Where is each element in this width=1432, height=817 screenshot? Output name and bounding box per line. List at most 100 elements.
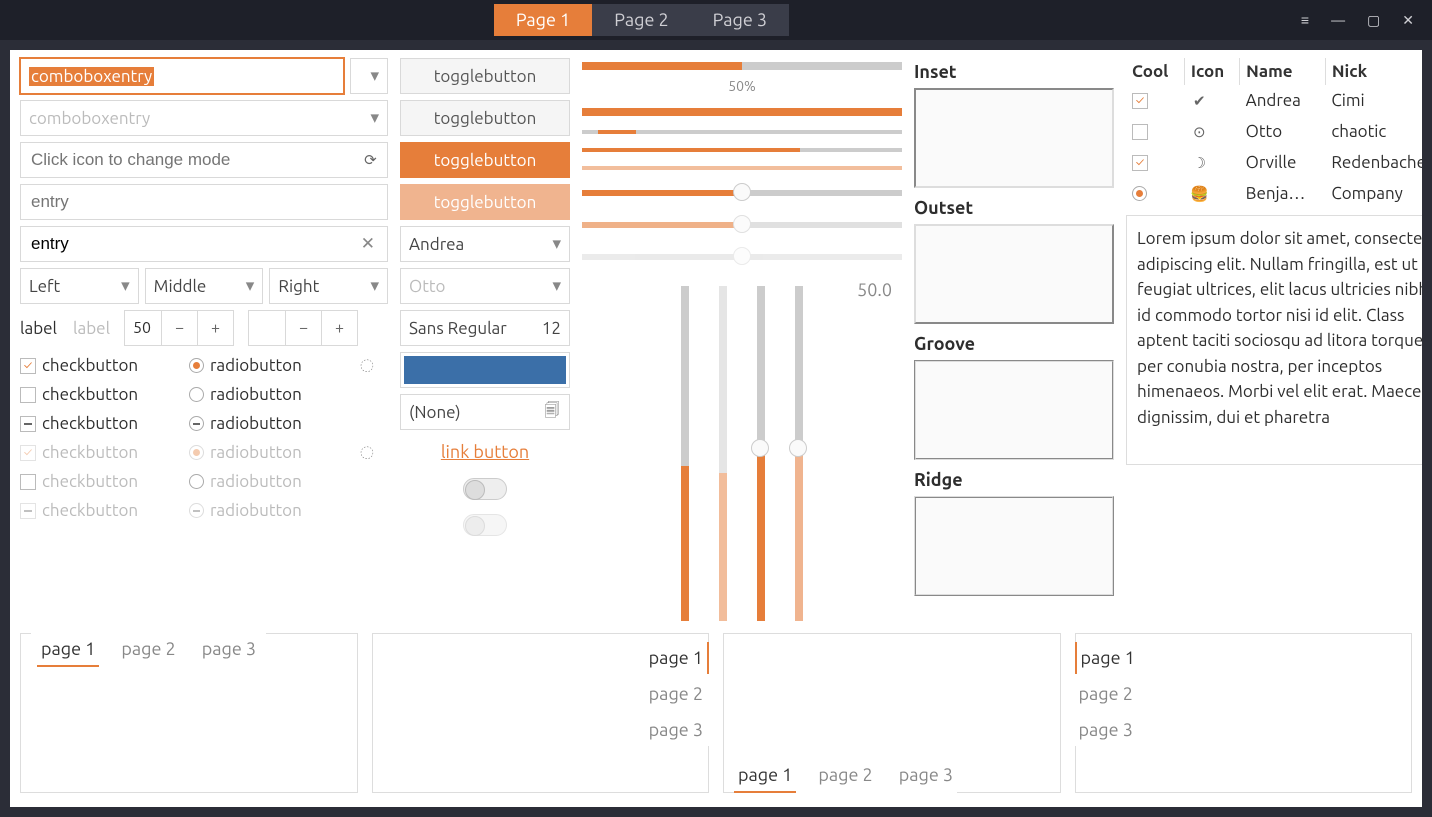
- label-2: label: [73, 319, 110, 338]
- checkbox-icon[interactable]: [1132, 124, 1148, 140]
- moon-icon: ☽: [1190, 154, 1208, 172]
- progress-2: [582, 108, 902, 116]
- main-panel: comboboxentry comboboxentry ⟳ ✕ Left Mid…: [10, 50, 1422, 807]
- radio-icon[interactable]: [1132, 186, 1147, 201]
- nb-tab[interactable]: page 1: [1075, 642, 1139, 674]
- checkbox-icon[interactable]: ✓: [1132, 155, 1148, 171]
- close-icon[interactable]: ✕: [1402, 12, 1414, 29]
- check-2[interactable]: checkbutton: [20, 385, 173, 404]
- switch-1[interactable]: [463, 478, 507, 500]
- check-3[interactable]: checkbutton: [20, 414, 173, 433]
- people-table[interactable]: CoolIcon NameNick ✓✔AndreaCimi ⊙Ottochao…: [1126, 58, 1422, 209]
- toggle-4: togglebutton: [400, 184, 570, 220]
- combo-names-disabled: Otto: [400, 268, 570, 304]
- window-titlebar: Page 1 Page 2 Page 3 ≡ — ▢ ✕: [0, 0, 1432, 40]
- frame-ridge-label: Ridge: [914, 470, 1114, 490]
- notebooks-row: page 1 page 2 page 3 page 1 page 2 page …: [10, 621, 1422, 807]
- maximize-icon[interactable]: ▢: [1367, 12, 1380, 29]
- seg-right[interactable]: Right: [269, 268, 388, 304]
- check-1[interactable]: ✓checkbutton: [20, 356, 173, 375]
- nb-tab[interactable]: page 2: [1075, 678, 1139, 710]
- entry-1[interactable]: [20, 184, 388, 220]
- notebook-right: page 1 page 2 page 3: [372, 633, 710, 793]
- header-page-switcher: Page 1 Page 2 Page 3: [494, 4, 789, 36]
- progress-4: [582, 148, 902, 152]
- notebook-bottom: page 1 page 2 page 3: [723, 633, 1061, 793]
- toggle-3[interactable]: togglebutton: [400, 142, 570, 178]
- radio-3[interactable]: radiobutton: [189, 414, 342, 433]
- nb-tab[interactable]: page 1: [645, 642, 709, 674]
- combo-names[interactable]: Andrea: [400, 226, 570, 262]
- nb-tab[interactable]: page 2: [814, 759, 876, 793]
- table-row: ⊙Ottochaotic: [1126, 116, 1422, 147]
- notebook-left: page 1 page 2 page 3: [1075, 633, 1413, 793]
- vslider-2: [719, 286, 727, 621]
- lorem-text[interactable]: Lorem ipsum dolor sit amet, consectetur …: [1126, 215, 1422, 465]
- toggle-2: togglebutton: [400, 100, 570, 136]
- spinner-icon-disabled: ◌: [358, 443, 376, 461]
- minimize-icon[interactable]: —: [1331, 12, 1345, 29]
- alert-icon: ⊙: [1190, 123, 1208, 141]
- color-button[interactable]: [400, 352, 570, 388]
- frame-outset: [914, 224, 1114, 324]
- combobox-entry-1[interactable]: comboboxentry: [20, 58, 344, 94]
- check-6: checkbutton: [20, 501, 173, 520]
- table-row: 🍔Benja…Company: [1126, 178, 1422, 209]
- header-tab-2[interactable]: Page 2: [592, 4, 690, 36]
- font-button[interactable]: Sans Regular12: [400, 310, 570, 346]
- header-tab-1[interactable]: Page 1: [494, 4, 592, 36]
- radio-1[interactable]: radiobutton: [189, 356, 342, 375]
- combobox-entry-1-dropdown[interactable]: [350, 58, 388, 94]
- frame-outset-label: Outset: [914, 198, 1114, 218]
- spin-down[interactable]: −: [161, 311, 197, 345]
- nb-tab[interactable]: page 2: [117, 633, 179, 667]
- table-column: CoolIcon NameNick ✓✔AndreaCimi ⊙Ottochao…: [1126, 58, 1422, 621]
- frame-groove: [914, 360, 1114, 460]
- nb-tab[interactable]: page 3: [895, 759, 957, 793]
- nb-tab[interactable]: page 3: [198, 633, 260, 667]
- spin-up[interactable]: +: [197, 311, 233, 345]
- spinner-icon: ◌: [358, 356, 376, 374]
- toggle-1[interactable]: togglebutton: [400, 58, 570, 94]
- inputs-column: comboboxentry comboboxentry ⟳ ✕ Left Mid…: [20, 58, 388, 621]
- radio-2[interactable]: radiobutton: [189, 385, 342, 404]
- nb-tab[interactable]: page 3: [1075, 714, 1139, 746]
- vslider-1[interactable]: [681, 286, 689, 621]
- progress-label: 50%: [582, 78, 902, 94]
- nb-tab[interactable]: page 2: [645, 678, 709, 710]
- nb-tab[interactable]: page 1: [37, 633, 99, 667]
- link-button[interactable]: link button: [400, 436, 570, 468]
- check-4: ✓checkbutton: [20, 443, 173, 462]
- progress-3: [582, 130, 902, 134]
- food-icon: 🍔: [1190, 185, 1208, 203]
- hslider-2: [582, 222, 902, 228]
- file-chooser[interactable]: (None)🗐: [400, 394, 570, 430]
- checkbox-icon[interactable]: ✓: [1132, 93, 1148, 109]
- vslider-4: [795, 286, 803, 621]
- frame-ridge: [914, 496, 1114, 596]
- buttons-column: togglebutton togglebutton togglebutton t…: [400, 58, 570, 621]
- frame-inset-label: Inset: [914, 62, 1114, 82]
- vslider-3[interactable]: [757, 286, 765, 621]
- table-row: ✓☽OrvilleRedenbacher: [1126, 147, 1422, 178]
- header-tab-3[interactable]: Page 3: [691, 4, 789, 36]
- radio-6: radiobutton: [189, 501, 342, 520]
- frames-column: Inset Outset Groove Ridge: [914, 58, 1114, 621]
- clear-icon[interactable]: ✕: [357, 234, 379, 254]
- spin-1[interactable]: 50−+: [124, 310, 234, 346]
- check-5: checkbutton: [20, 472, 173, 491]
- check-circle-icon: ✔: [1190, 92, 1208, 110]
- mode-entry[interactable]: ⟳: [20, 142, 388, 178]
- refresh-icon[interactable]: ⟳: [362, 151, 379, 169]
- entry-2[interactable]: ✕: [20, 226, 388, 262]
- radio-5: radiobutton: [189, 472, 342, 491]
- hamburger-icon[interactable]: ≡: [1301, 12, 1309, 29]
- nb-tab[interactable]: page 1: [734, 759, 796, 793]
- seg-middle[interactable]: Middle: [145, 268, 264, 304]
- progress-1: [582, 62, 902, 70]
- seg-left[interactable]: Left: [20, 268, 139, 304]
- nb-tab[interactable]: page 3: [645, 714, 709, 746]
- hslider-1[interactable]: [582, 190, 902, 196]
- progress-5: [582, 166, 902, 170]
- file-icon: 🗐: [543, 403, 561, 421]
